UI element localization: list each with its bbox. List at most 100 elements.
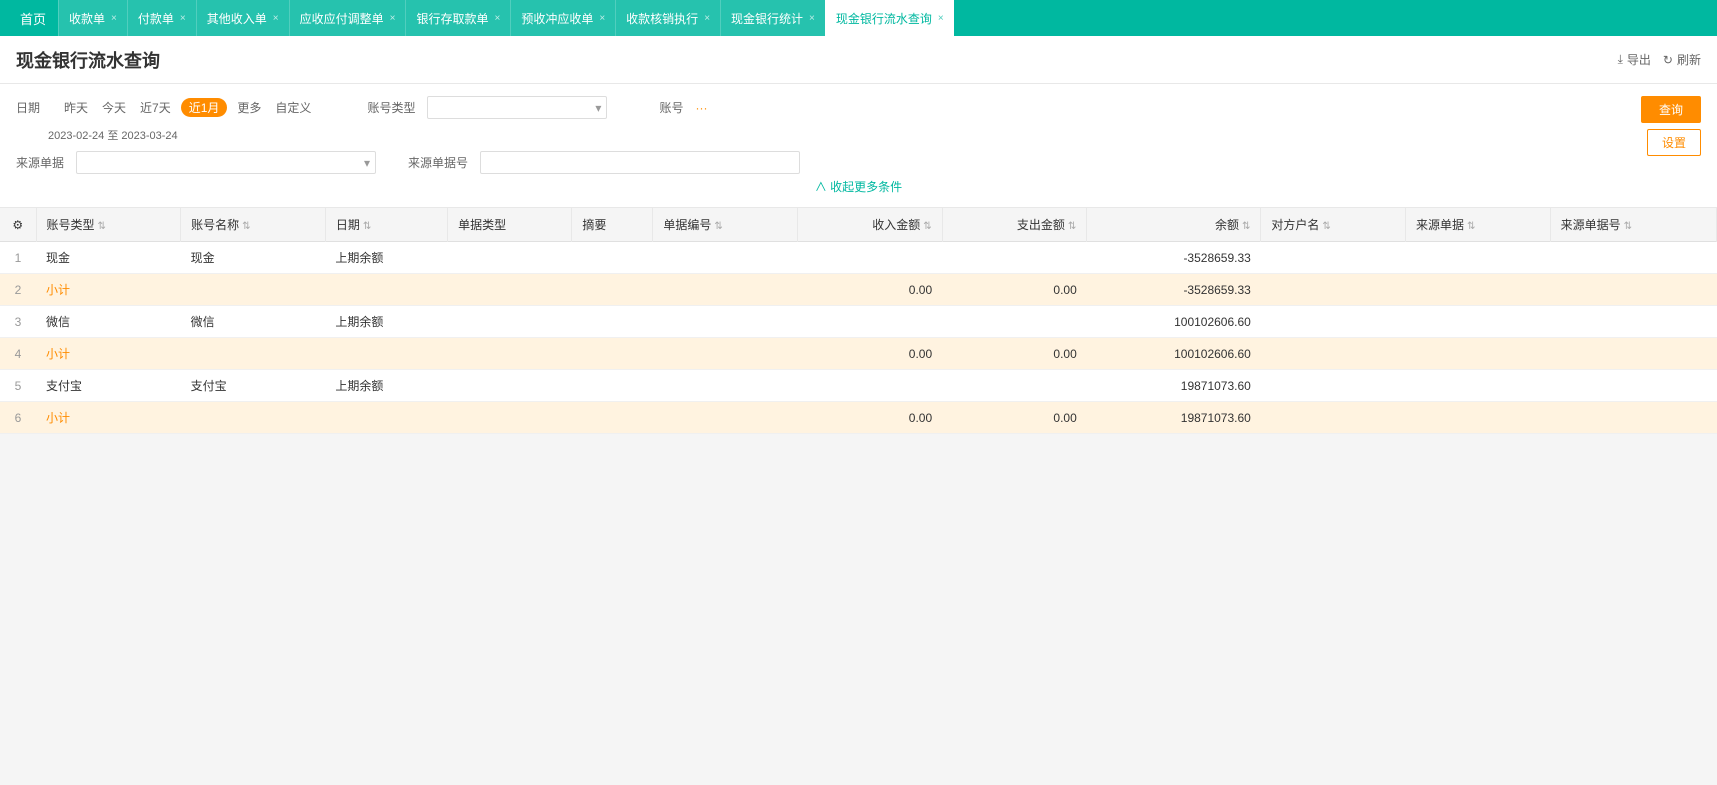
cell-counterparty bbox=[1261, 402, 1406, 434]
close-icon[interactable]: × bbox=[938, 13, 944, 24]
date-option-today[interactable]: 今天 bbox=[98, 98, 130, 117]
cell-source-doc bbox=[1406, 306, 1551, 338]
cell-source-doc-no bbox=[1550, 338, 1716, 370]
sort-icon: ⇅ bbox=[1467, 221, 1475, 232]
close-icon[interactable]: × bbox=[273, 13, 279, 24]
cell-account-type: 小计 bbox=[36, 338, 181, 370]
close-icon[interactable]: × bbox=[704, 13, 710, 24]
filter-area: 日期 昨天 今天 近7天 近1月 更多 自定义 账号类型 ▾ 账号 bbox=[0, 84, 1717, 208]
table-row: 6小计0.000.0019871073.60 bbox=[0, 402, 1717, 434]
col-date[interactable]: 日期⇅ bbox=[325, 208, 447, 242]
nav-tab-liushui[interactable]: 现金银行流水查询 × bbox=[825, 0, 954, 36]
col-gear[interactable]: ⚙ bbox=[0, 208, 36, 242]
filter-row-1: 日期 昨天 今天 近7天 近1月 更多 自定义 账号类型 ▾ 账号 bbox=[16, 96, 1621, 119]
sort-icon: ⇅ bbox=[1624, 221, 1632, 232]
row-number: 4 bbox=[0, 338, 36, 370]
nav-tab-shoukuan[interactable]: 收款单 × bbox=[58, 0, 127, 36]
account-ellipsis-button[interactable]: ··· bbox=[695, 101, 707, 115]
filter-top-area: 日期 昨天 今天 近7天 近1月 更多 自定义 账号类型 ▾ 账号 bbox=[16, 96, 1701, 174]
col-counterparty[interactable]: 对方户名⇅ bbox=[1261, 208, 1406, 242]
cell-account-type: 现金 bbox=[36, 242, 181, 274]
nav-tab-shoukuanhexiao[interactable]: 收款核销执行 × bbox=[615, 0, 720, 36]
col-summary[interactable]: 摘要 bbox=[572, 208, 653, 242]
cell-summary bbox=[572, 338, 653, 370]
filter-right: 查询 设置 bbox=[1621, 96, 1701, 156]
close-icon[interactable]: × bbox=[180, 13, 186, 24]
row-number: 1 bbox=[0, 242, 36, 274]
col-source-doc-no[interactable]: 来源单据号⇅ bbox=[1550, 208, 1716, 242]
filter-left: 日期 昨天 今天 近7天 近1月 更多 自定义 账号类型 ▾ 账号 bbox=[16, 96, 1621, 174]
date-option-7days[interactable]: 近7天 bbox=[136, 98, 175, 117]
cell-balance: -3528659.33 bbox=[1087, 274, 1261, 306]
table-row: 3微信微信上期余额100102606.60 bbox=[0, 306, 1717, 338]
col-source-doc[interactable]: 来源单据⇅ bbox=[1406, 208, 1551, 242]
col-doc-type[interactable]: 单据类型 bbox=[448, 208, 572, 242]
date-option-more[interactable]: 更多 bbox=[233, 98, 265, 117]
cell-expense bbox=[942, 306, 1087, 338]
cell-counterparty bbox=[1261, 370, 1406, 402]
cell-balance: 100102606.60 bbox=[1087, 306, 1261, 338]
cell-doc-type bbox=[448, 242, 572, 274]
row-number: 3 bbox=[0, 306, 36, 338]
date-option-custom[interactable]: 自定义 bbox=[271, 98, 315, 117]
table-body: 1现金现金上期余额-3528659.332小计0.000.00-3528659.… bbox=[0, 242, 1717, 434]
nav-tab-xianjinyinhang[interactable]: 现金银行统计 × bbox=[720, 0, 825, 36]
source-doc-select[interactable] bbox=[76, 151, 376, 174]
table-header: ⚙ 账号类型⇅ 账号名称⇅ 日期⇅ 单据类型 摘要 单据编号⇅ 收入金额⇅ bbox=[0, 208, 1717, 242]
refresh-button[interactable]: ↻ 刷新 bbox=[1663, 51, 1701, 68]
collapse-bar[interactable]: ∧ 收起更多条件 bbox=[16, 174, 1701, 195]
settings-button[interactable]: 设置 bbox=[1647, 129, 1701, 156]
nav-home[interactable]: 首页 bbox=[8, 0, 58, 36]
cell-account-type: 小计 bbox=[36, 402, 181, 434]
close-icon[interactable]: × bbox=[390, 13, 396, 24]
date-label: 日期 bbox=[16, 99, 48, 116]
cell-doc-no bbox=[653, 402, 798, 434]
cell-source-doc-no bbox=[1550, 274, 1716, 306]
close-icon[interactable]: × bbox=[809, 13, 815, 24]
gear-icon: ⚙ bbox=[12, 218, 23, 232]
cell-doc-no bbox=[653, 242, 798, 274]
cell-doc-no bbox=[653, 306, 798, 338]
source-doc-num-input[interactable] bbox=[480, 151, 800, 174]
cell-account-name bbox=[181, 338, 326, 370]
cell-doc-type bbox=[448, 338, 572, 370]
cell-doc-no bbox=[653, 274, 798, 306]
cell-expense bbox=[942, 370, 1087, 402]
nav-tab-yinhangcunqu[interactable]: 银行存取款单 × bbox=[405, 0, 510, 36]
cell-account-name bbox=[181, 402, 326, 434]
col-account-name[interactable]: 账号名称⇅ bbox=[181, 208, 326, 242]
cell-date: 上期余额 bbox=[325, 306, 447, 338]
cell-counterparty bbox=[1261, 306, 1406, 338]
nav-tab-yushouzhongying[interactable]: 预收冲应收单 × bbox=[510, 0, 615, 36]
cell-source-doc bbox=[1406, 274, 1551, 306]
table-header-row: ⚙ 账号类型⇅ 账号名称⇅ 日期⇅ 单据类型 摘要 单据编号⇅ 收入金额⇅ bbox=[0, 208, 1717, 242]
date-option-1month[interactable]: 近1月 bbox=[181, 98, 228, 117]
cell-expense: 0.00 bbox=[942, 338, 1087, 370]
table-row: 5支付宝支付宝上期余额19871073.60 bbox=[0, 370, 1717, 402]
refresh-icon: ↻ bbox=[1663, 53, 1673, 67]
col-expense[interactable]: 支出金额⇅ bbox=[942, 208, 1087, 242]
cell-date bbox=[325, 274, 447, 306]
cell-doc-no bbox=[653, 338, 798, 370]
col-income[interactable]: 收入金额⇅ bbox=[797, 208, 942, 242]
account-type-select-wrapper: ▾ bbox=[427, 96, 607, 119]
export-button[interactable]: ⤓ 导出 bbox=[1618, 51, 1651, 68]
col-balance[interactable]: 余额⇅ bbox=[1087, 208, 1261, 242]
cell-account-type: 微信 bbox=[36, 306, 181, 338]
nav-tab-qitashouru[interactable]: 其他收入单 × bbox=[196, 0, 289, 36]
query-button[interactable]: 查询 bbox=[1641, 96, 1701, 123]
col-account-type[interactable]: 账号类型⇅ bbox=[36, 208, 181, 242]
col-doc-no[interactable]: 单据编号⇅ bbox=[653, 208, 798, 242]
close-icon[interactable]: × bbox=[599, 13, 605, 24]
account-type-select[interactable] bbox=[427, 96, 607, 119]
cell-source-doc-no bbox=[1550, 306, 1716, 338]
cell-date: 上期余额 bbox=[325, 370, 447, 402]
nav-tab-yingshouyingfu[interactable]: 应收应付调整单 × bbox=[289, 0, 406, 36]
close-icon[interactable]: × bbox=[111, 13, 117, 24]
cell-balance: 100102606.60 bbox=[1087, 338, 1261, 370]
header-actions: ⤓ 导出 ↻ 刷新 bbox=[1618, 51, 1701, 68]
close-icon[interactable]: × bbox=[494, 13, 500, 24]
table-row: 4小计0.000.00100102606.60 bbox=[0, 338, 1717, 370]
date-option-yesterday[interactable]: 昨天 bbox=[60, 98, 92, 117]
nav-tab-fukuan[interactable]: 付款单 × bbox=[127, 0, 196, 36]
